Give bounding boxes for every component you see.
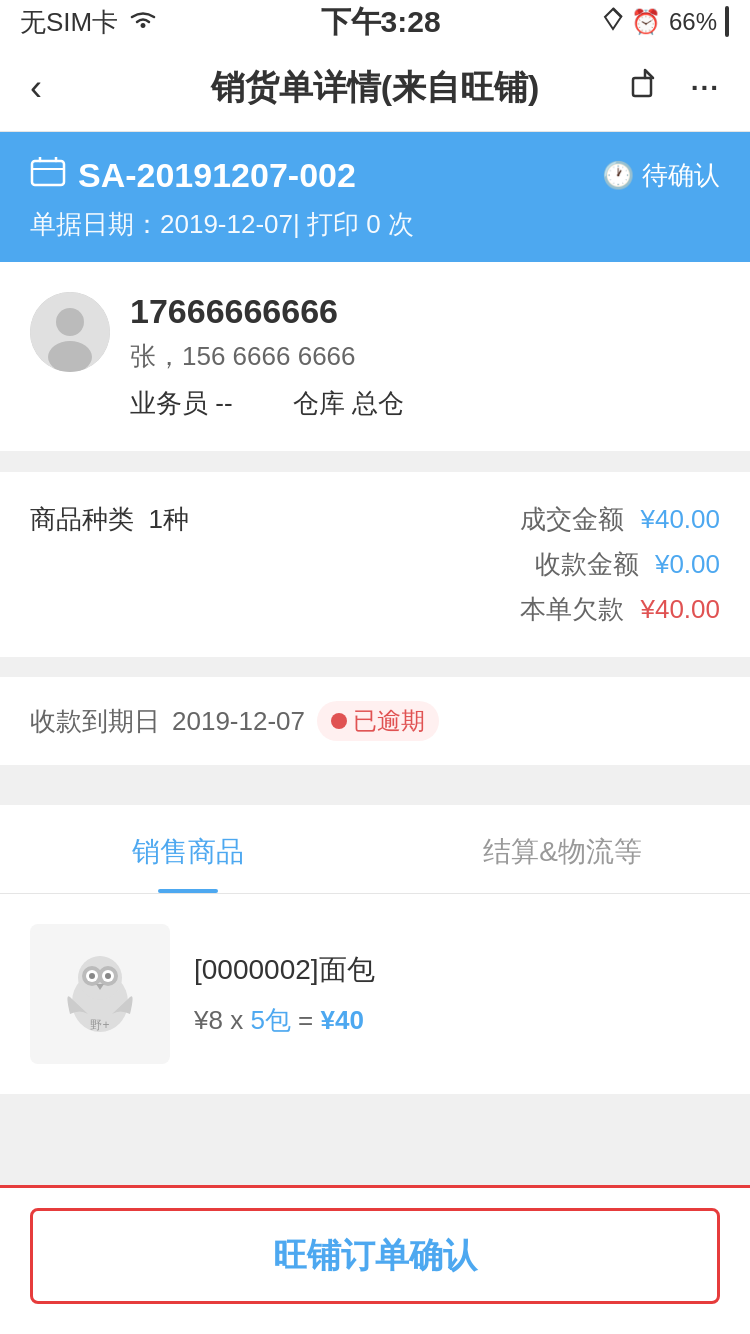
more-icon[interactable]: ··· [691,72,720,104]
summary-section: 商品种类 1种 成交金额 ¥40.00 收款金额 ¥0.00 本单欠款 ¥40.… [0,472,750,657]
product-name: [0000002]面包 [194,951,720,989]
due-date-value: 2019-12-07 [172,706,305,737]
product-type-item: 商品种类 1种 [30,502,189,537]
svg-point-4 [48,341,92,372]
deal-amount-label: 成交金额 [520,502,624,537]
product-section: 野+ [0000002]面包 ¥8 x 5包 = ¥40 [0,894,750,1094]
order-status: 🕐 待确认 [602,158,720,193]
product-qty: 5包 [250,1005,290,1035]
order-id: SA-20191207-002 [30,156,356,195]
status-bar-left: 无SIM卡 [20,5,158,40]
page-title: 销货单详情(来自旺铺) [211,65,540,111]
order-date-line: 单据日期：2019-12-07| 打印 0 次 [30,207,720,242]
tabs: 销售商品 结算&物流等 [0,805,750,894]
tab-sales-products[interactable]: 销售商品 [0,805,375,893]
svg-text:野+: 野+ [90,1018,109,1032]
customer-info: 17666666666 张，156 6666 6666 业务员 -- 仓库 总仓 [130,292,720,421]
battery-icon [725,8,730,36]
product-item: 野+ [0000002]面包 ¥8 x 5包 = ¥40 [0,894,750,1094]
owed-value: ¥40.00 [640,594,720,625]
summary-right: 成交金额 ¥40.00 收款金额 ¥0.00 本单欠款 ¥40.00 [520,502,720,627]
back-button[interactable]: ‹ [30,57,52,119]
divider [0,785,750,805]
owed-label: 本单欠款 [520,592,624,627]
due-date-section: 收款到期日 2019-12-07 已逾期 [0,677,750,765]
product-thumbnail: 野+ [30,924,170,1064]
battery-text: 66% [669,8,717,36]
confirm-order-button[interactable]: 旺铺订单确认 [30,1208,720,1304]
svg-point-13 [105,973,111,979]
alarm-icon: ⏰ [631,8,661,36]
svg-rect-0 [633,78,651,96]
received-row: 收款金额 ¥0.00 [535,547,720,582]
customer-section: 17666666666 张，156 6666 6666 业务员 -- 仓库 总仓 [0,262,750,452]
product-total: ¥40 [321,1005,364,1035]
salesman-label: 业务员 -- [130,386,233,421]
nav-actions: ··· [629,68,720,108]
carrier-text: 无SIM卡 [20,5,118,40]
overdue-badge: 已逾期 [317,701,439,741]
clock-icon: 🕐 [602,160,634,191]
wifi-icon [128,7,158,38]
nav-bar: ‹ 销货单详情(来自旺铺) ··· [0,44,750,132]
deal-amount-row: 成交金额 ¥40.00 [520,502,720,537]
svg-rect-1 [32,161,64,185]
overdue-dot-icon [331,713,347,729]
due-date-label: 收款到期日 [30,704,160,739]
warehouse-label: 仓库 总仓 [293,386,404,421]
status-bar-right: ⏰ 66% [603,7,730,37]
received-value: ¥0.00 [655,549,720,580]
svg-point-12 [89,973,95,979]
tab-settlement-logistics[interactable]: 结算&物流等 [375,805,750,893]
overdue-text: 已逾期 [353,705,425,737]
deal-amount-value: ¥40.00 [640,504,720,535]
share-icon[interactable] [629,68,661,108]
customer-name-phone: 张，156 6666 6666 [130,339,720,374]
confirm-button-container: 旺铺订单确认 [0,1185,750,1334]
avatar [30,292,110,372]
product-info: [0000002]面包 ¥8 x 5包 = ¥40 [194,951,720,1038]
header-banner: SA-20191207-002 🕐 待确认 单据日期：2019-12-07| 打… [0,132,750,262]
location-icon [603,7,623,37]
status-bar: 无SIM卡 下午3:28 ⏰ 66% [0,0,750,44]
svg-point-3 [56,308,84,336]
time-display: 下午3:28 [321,2,441,43]
received-label: 收款金额 [535,547,639,582]
customer-id: 17666666666 [130,292,720,331]
summary-left: 商品种类 1种 [30,502,189,537]
order-icon [30,156,66,195]
owed-row: 本单欠款 ¥40.00 [520,592,720,627]
customer-meta: 业务员 -- 仓库 总仓 [130,386,720,421]
product-price: ¥8 x 5包 = ¥40 [194,1003,720,1038]
